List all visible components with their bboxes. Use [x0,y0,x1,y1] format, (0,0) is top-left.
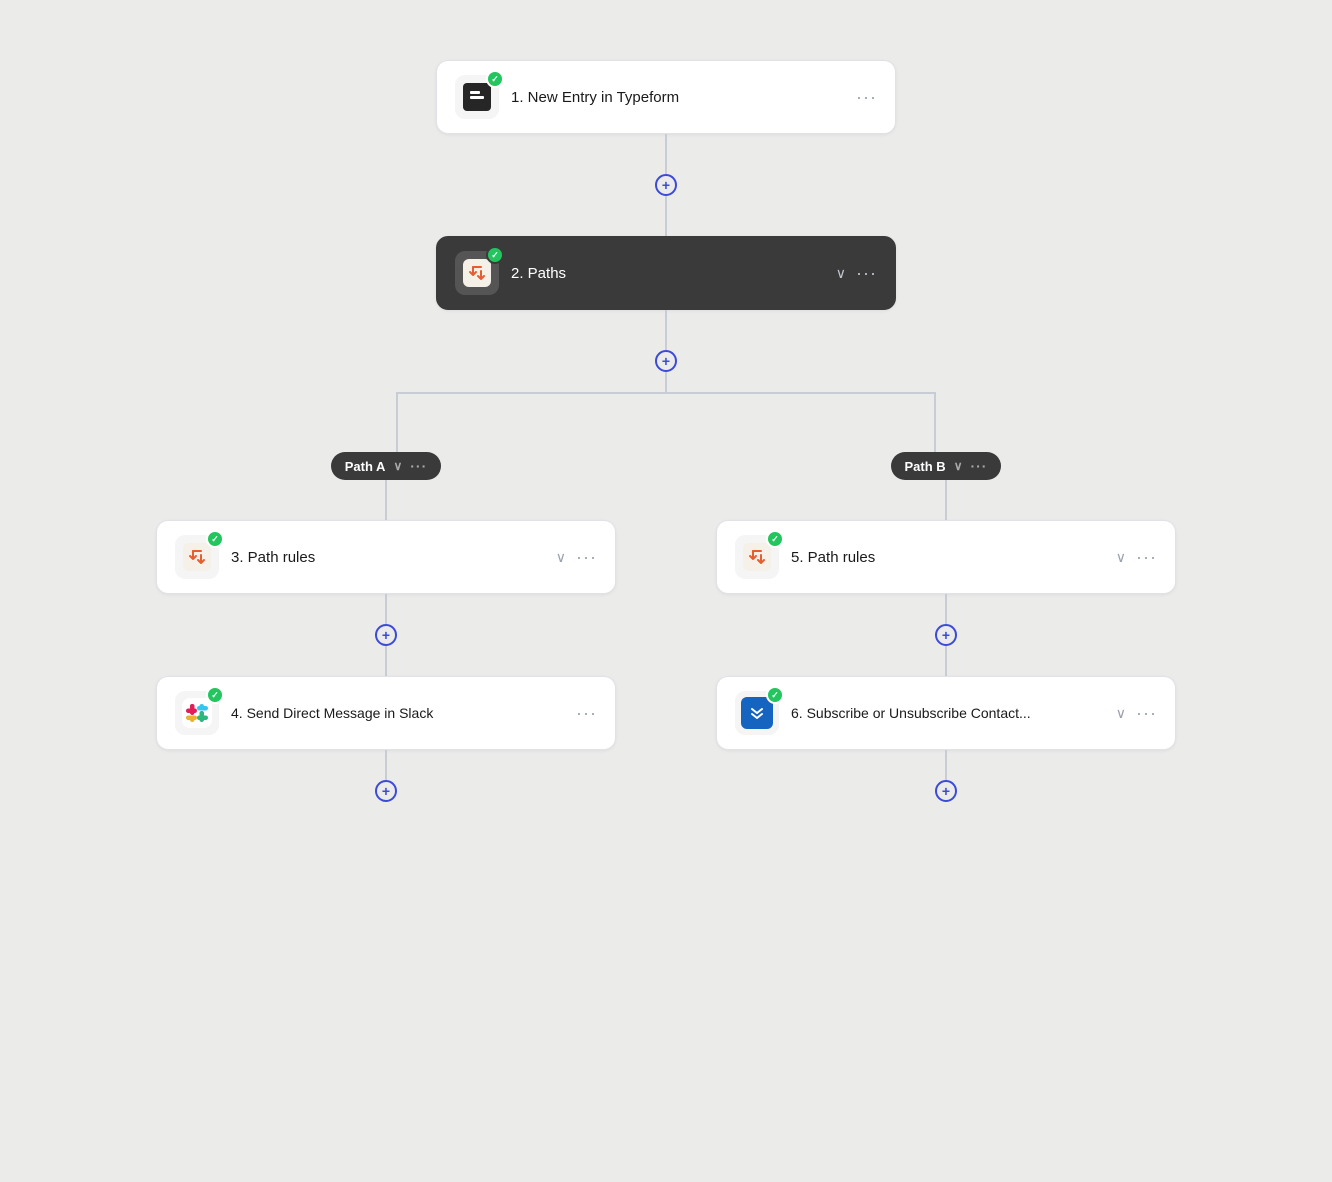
step5-title: 5. Path rules [791,549,1104,566]
step3-actions: ∨ ··· [556,547,597,568]
line1 [665,134,667,174]
step2-actions: ∨ ··· [836,263,877,284]
step6-icon-wrapper [735,691,779,735]
connector-a3: + [375,750,397,802]
step4-icon-wrapper [175,691,219,735]
step3-chevron-icon[interactable]: ∨ [556,549,566,566]
split-line-container [346,392,986,452]
step4-dots-icon[interactable]: ··· [576,703,597,724]
connector1: + [655,134,677,236]
step6-dots-icon[interactable]: ··· [1136,703,1157,724]
step3-title: 3. Path rules [231,549,544,566]
step5-dots-icon[interactable]: ··· [1136,547,1157,568]
step2-status-badge [486,246,504,264]
step1-icon-wrapper [455,75,499,119]
step3-card: 3. Path rules ∨ ··· [156,520,616,594]
step5-actions: ∨ ··· [1116,547,1157,568]
right-branch-line [934,392,936,452]
line2b [665,372,667,392]
line-a1 [385,480,387,520]
line-b2b [945,646,947,676]
paths-icon [463,259,491,287]
plus-btn-b[interactable]: + [935,624,957,646]
step1-card: 1. New Entry in Typeform ··· [436,60,896,134]
step1-dots-icon[interactable]: ··· [856,87,877,108]
line-b2 [945,594,947,624]
step3-dots-icon[interactable]: ··· [576,547,597,568]
path-a-chevron: ∨ [393,459,402,473]
connector-b2: + [935,594,957,676]
step3-icon-wrapper [175,535,219,579]
step1-actions: ··· [856,87,877,108]
path-b-dots: ··· [970,458,987,474]
step1-status-badge [486,70,504,88]
plus-btn-b-bottom[interactable]: + [935,780,957,802]
path-b-chevron: ∨ [954,459,963,473]
step6-card: 6. Subscribe or Unsubscribe Contact... ∨… [716,676,1176,750]
plus-btn-2[interactable]: + [655,350,677,372]
line1b [665,196,667,236]
step6-title: 6. Subscribe or Unsubscribe Contact... [791,705,1104,721]
step5-icon-wrapper [735,535,779,579]
step5-status-badge [766,530,784,548]
branch-section: + Path A ∨ ··· [116,310,1216,802]
branch-col-a: Path A ∨ ··· [146,452,626,802]
connector2: + [655,310,677,392]
line2 [665,310,667,350]
step2-title: 2. Paths [511,265,824,282]
branch-row: Path A ∨ ··· [116,452,1216,802]
workflow-canvas: 1. New Entry in Typeform ··· + 2. Paths [116,60,1216,802]
step4-title: 4. Send Direct Message in Slack [231,705,564,721]
step2-icon-wrapper [455,251,499,295]
step6-chevron-icon[interactable]: ∨ [1116,705,1126,722]
left-branch-line [396,392,398,452]
line-b1 [945,480,947,520]
typeform-icon [463,83,491,111]
plus-btn-1[interactable]: + [655,174,677,196]
step4-actions: ··· [576,703,597,724]
step5-card: 5. Path rules ∨ ··· [716,520,1176,594]
horizontal-split-line [396,392,936,394]
step6-actions: ∨ ··· [1116,703,1157,724]
path-a-dots: ··· [410,458,427,474]
line-a2b [385,646,387,676]
line-a2 [385,594,387,624]
plus-btn-a-bottom[interactable]: + [375,780,397,802]
plus-btn-a[interactable]: + [375,624,397,646]
line-b3 [945,750,947,780]
path-a-badge[interactable]: Path A ∨ ··· [331,452,442,480]
connector-b3: + [935,750,957,802]
step4-card: 4. Send Direct Message in Slack ··· [156,676,616,750]
line-a3 [385,750,387,780]
step2-chevron-icon[interactable]: ∨ [836,265,846,282]
branch-col-b: Path B ∨ ··· [706,452,1186,802]
step5-chevron-icon[interactable]: ∨ [1116,549,1126,566]
connector-a2: + [375,594,397,676]
step2-card: 2. Paths ∨ ··· [436,236,896,310]
path-a-label: Path A [345,459,386,474]
step6-status-badge [766,686,784,704]
step3-status-badge [206,530,224,548]
path-b-label: Path B [905,459,946,474]
step2-dots-icon[interactable]: ··· [856,263,877,284]
path-b-badge[interactable]: Path B ∨ ··· [891,452,1002,480]
step1-title: 1. New Entry in Typeform [511,89,844,106]
step4-status-badge [206,686,224,704]
